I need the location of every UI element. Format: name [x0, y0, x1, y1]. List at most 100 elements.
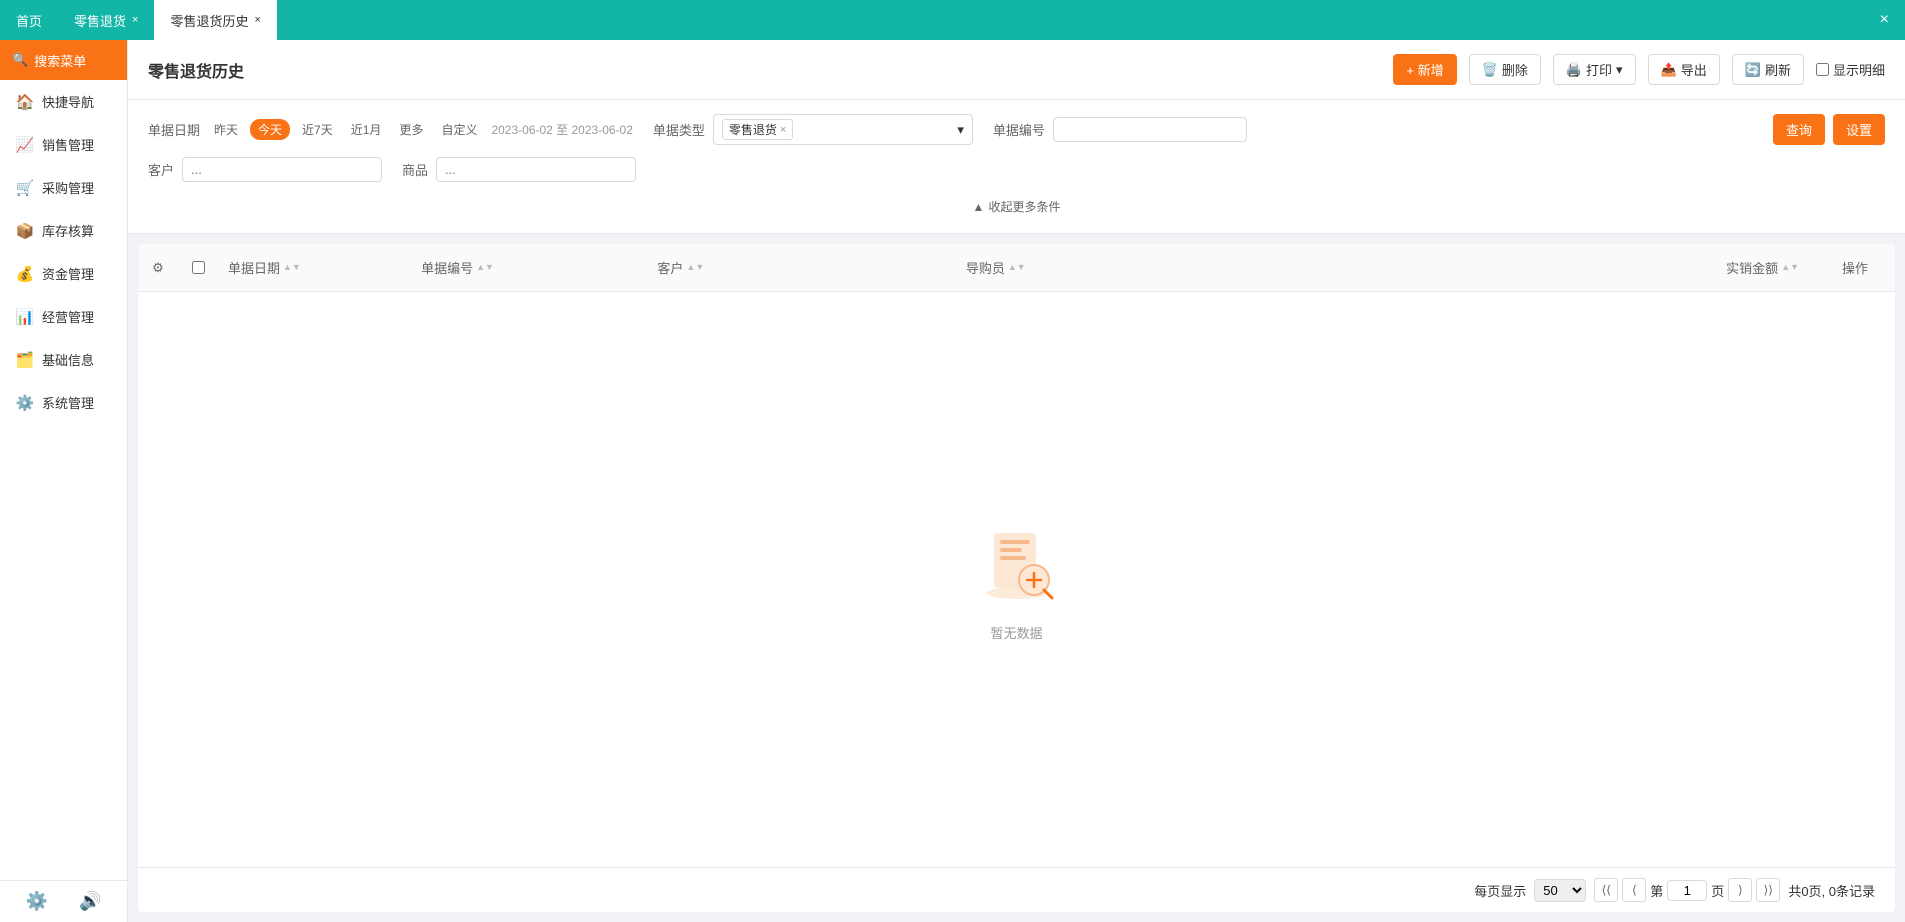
sidebar-search-label: 搜索菜单 — [34, 51, 86, 70]
sidebar-item-finance-label: 资金管理 — [42, 264, 94, 283]
bill-type-tag-close[interactable]: × — [780, 124, 786, 136]
page-summary: 共0页, 0条记录 — [1788, 881, 1875, 900]
settings-button[interactable]: 设置 — [1833, 114, 1885, 145]
new-button[interactable]: + 新增 — [1393, 54, 1456, 85]
bill-no-input[interactable] — [1053, 117, 1247, 142]
pagination: 每页显示 20 50 100 ⟨⟨ ⟨ 第 页 ⟩ ⟩⟩ 共0页, 0条记录 — [138, 867, 1895, 912]
page-label: 第 — [1650, 881, 1663, 900]
sidebar: 🔍 搜索菜单 🏠 快捷导航 📈 销售管理 🛒 采购管理 📦 库存核算 💰 资金管… — [0, 40, 128, 922]
tab-home-label: 首页 — [16, 11, 42, 30]
tab-retail-return-history-label: 零售退货历史 — [170, 11, 248, 30]
th-customer[interactable]: 客户 ▲▼ — [647, 252, 955, 283]
date-options: 昨天 今天 近7天 近1月 更多 自定义 — [208, 119, 483, 140]
delete-icon: 🗑️ — [1482, 62, 1498, 78]
sidebar-item-sales-label: 销售管理 — [42, 135, 94, 154]
tab-retail-return-history[interactable]: 零售退货历史 × — [154, 0, 276, 40]
sales-icon: 📈 — [16, 136, 34, 154]
bill-type-select[interactable]: 零售退货 × ▾ — [713, 114, 973, 145]
filter-row-1: 单据日期 昨天 今天 近7天 近1月 更多 自定义 2023-06-02 至 2… — [148, 114, 1885, 145]
filter-bill-type: 单据类型 零售退货 × ▾ — [653, 114, 973, 145]
tab-retail-return-close[interactable]: × — [132, 14, 138, 26]
th-checkbox[interactable] — [178, 255, 218, 280]
goods-input[interactable] — [436, 157, 636, 182]
sidebar-item-inventory[interactable]: 📦 库存核算 — [0, 209, 127, 252]
sidebar-item-purchase[interactable]: 🛒 采购管理 — [0, 166, 127, 209]
sidebar-item-system[interactable]: ⚙️ 系统管理 — [0, 381, 127, 424]
refresh-label: 刷新 — [1765, 60, 1791, 79]
date-opt-7days[interactable]: 近7天 — [296, 119, 339, 140]
th-amount[interactable]: 实销金额 ▲▼ — [1645, 252, 1815, 283]
sidebar-search[interactable]: 🔍 搜索菜单 — [0, 40, 127, 80]
th-spacer — [1192, 262, 1645, 274]
date-opt-custom[interactable]: 自定义 — [435, 119, 483, 140]
page-next-button[interactable]: ⟩ — [1728, 878, 1752, 902]
purchase-icon: 🛒 — [16, 179, 34, 197]
filter-bill-date: 单据日期 昨天 今天 近7天 近1月 更多 自定义 2023-06-02 至 2… — [148, 119, 633, 140]
sort-icon-billno: ▲▼ — [476, 264, 494, 270]
collapse-icon: ▲ — [973, 200, 985, 214]
page-input[interactable] — [1667, 880, 1707, 901]
page-first-button[interactable]: ⟨⟨ — [1594, 878, 1618, 902]
date-opt-1month[interactable]: 近1月 — [345, 119, 388, 140]
refresh-button[interactable]: 🔄 刷新 — [1732, 54, 1804, 85]
table-area: ⚙ 单据日期 ▲▼ 单据编号 ▲▼ 客户 ▲▼ 导购员 — [138, 244, 1895, 912]
th-bill-no-label: 单据编号 — [421, 258, 473, 277]
window-close-button[interactable]: × — [1880, 11, 1905, 29]
th-guide[interactable]: 导购员 ▲▼ — [956, 252, 1192, 283]
th-bill-date[interactable]: 单据日期 ▲▼ — [218, 252, 411, 283]
export-label: 导出 — [1681, 60, 1707, 79]
page-size-select[interactable]: 20 50 100 — [1534, 879, 1586, 902]
print-button[interactable]: 🖨️ 打印 ▾ — [1553, 54, 1636, 85]
basic-info-icon: 🗂️ — [16, 351, 34, 369]
inventory-icon: 📦 — [16, 222, 34, 240]
sort-icon-date: ▲▼ — [283, 264, 301, 270]
print-label: 打印 — [1586, 60, 1612, 79]
sidebar-item-finance[interactable]: 💰 资金管理 — [0, 252, 127, 295]
settings-bottom-icon[interactable]: ⚙️ — [26, 891, 48, 912]
sidebar-item-basic-info[interactable]: 🗂️ 基础信息 — [0, 338, 127, 381]
select-all-checkbox[interactable] — [192, 261, 205, 274]
page-header: 零售退货历史 + 新增 🗑️ 删除 🖨️ 打印 ▾ 📤 导出 🔄 — [128, 40, 1905, 100]
sidebar-item-sales[interactable]: 📈 销售管理 — [0, 123, 127, 166]
date-opt-today[interactable]: 今天 — [250, 119, 290, 140]
sidebar-item-operations[interactable]: 📊 经营管理 — [0, 295, 127, 338]
bill-no-label: 单据编号 — [993, 120, 1045, 139]
customer-input[interactable] — [182, 157, 382, 182]
page-prev-button[interactable]: ⟨ — [1622, 878, 1646, 902]
audio-icon[interactable]: 🔊 — [79, 891, 101, 912]
sort-icon-guide: ▲▼ — [1008, 264, 1026, 270]
tab-home[interactable]: 首页 — [0, 0, 58, 40]
export-button[interactable]: 📤 导出 — [1648, 54, 1720, 85]
page-nav: ⟨⟨ ⟨ 第 页 ⟩ ⟩⟩ — [1594, 878, 1780, 902]
customer-label: 客户 — [148, 160, 174, 179]
bill-type-tag-text: 零售退货 — [729, 121, 777, 138]
display-detail-checkbox[interactable] — [1816, 63, 1829, 76]
sidebar-item-inventory-label: 库存核算 — [42, 221, 94, 240]
date-opt-yesterday[interactable]: 昨天 — [208, 119, 244, 140]
bill-type-label: 单据类型 — [653, 120, 705, 139]
filter-area: 单据日期 昨天 今天 近7天 近1月 更多 自定义 2023-06-02 至 2… — [128, 100, 1905, 234]
main-layout: 🔍 搜索菜单 🏠 快捷导航 📈 销售管理 🛒 采购管理 📦 库存核算 💰 资金管… — [0, 40, 1905, 922]
th-bill-date-label: 单据日期 — [228, 258, 280, 277]
sidebar-item-system-label: 系统管理 — [42, 393, 94, 412]
sidebar-item-home[interactable]: 🏠 快捷导航 — [0, 80, 127, 123]
home-icon: 🏠 — [16, 93, 34, 111]
print-icon: 🖨️ — [1566, 62, 1582, 78]
th-settings[interactable]: ⚙ — [138, 254, 178, 282]
system-icon: ⚙️ — [16, 394, 34, 412]
query-button[interactable]: 查询 — [1773, 114, 1825, 145]
collapse-more-button[interactable]: ▲ 收起更多条件 — [148, 194, 1885, 219]
th-bill-no[interactable]: 单据编号 ▲▼ — [411, 252, 647, 283]
page-last-button[interactable]: ⟩⟩ — [1756, 878, 1780, 902]
filter-customer: 客户 — [148, 157, 382, 182]
th-action: 操作 — [1815, 252, 1895, 283]
date-opt-more[interactable]: 更多 — [393, 119, 429, 140]
tab-retail-return-history-close[interactable]: × — [254, 14, 260, 26]
display-detail-label: 显示明细 — [1833, 60, 1885, 79]
bill-type-dropdown-icon: ▾ — [957, 122, 964, 138]
delete-label: 删除 — [1502, 60, 1528, 79]
search-icon: 🔍 — [12, 52, 28, 68]
delete-button[interactable]: 🗑️ 删除 — [1469, 54, 1541, 85]
sidebar-item-basic-info-label: 基础信息 — [42, 350, 94, 369]
tab-retail-return[interactable]: 零售退货 × — [58, 0, 154, 40]
